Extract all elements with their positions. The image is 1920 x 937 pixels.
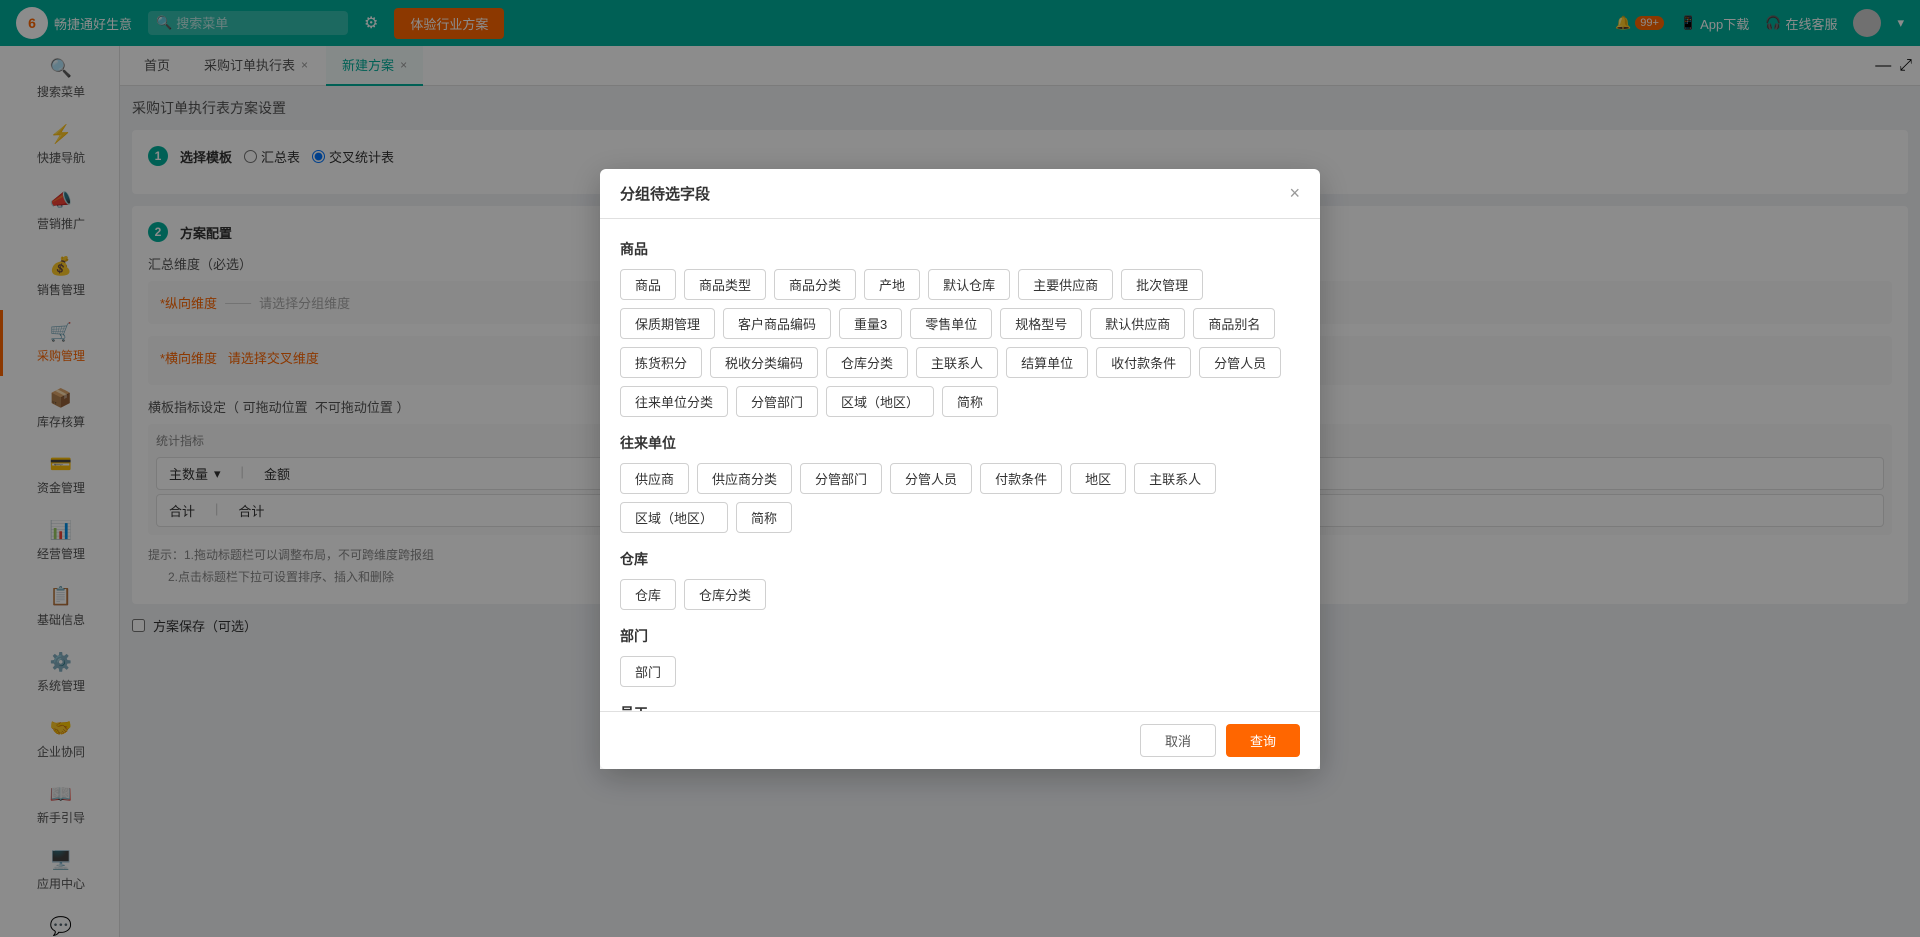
field-tag-1-4[interactable]: 付款条件 [980,463,1062,494]
field-tag-0-22[interactable]: 分管部门 [736,386,818,417]
field-tag-0-13[interactable]: 商品别名 [1193,308,1275,339]
field-tag-0-15[interactable]: 税收分类编码 [710,347,818,378]
field-tag-1-0[interactable]: 供应商 [620,463,689,494]
field-tag-3-0[interactable]: 部门 [620,656,676,687]
field-tag-0-20[interactable]: 分管人员 [1199,347,1281,378]
field-tag-0-7[interactable]: 保质期管理 [620,308,715,339]
field-tag-0-10[interactable]: 零售单位 [910,308,992,339]
field-tag-1-8[interactable]: 简称 [736,502,792,533]
field-tag-1-7[interactable]: 区域（地区） [620,502,728,533]
field-tag-0-8[interactable]: 客户商品编码 [723,308,831,339]
field-tag-0-0[interactable]: 商品 [620,269,676,300]
field-tag-2-1[interactable]: 仓库分类 [684,579,766,610]
field-tags-0: 商品商品类型商品分类产地默认仓库主要供应商批次管理保质期管理客户商品编码重量3 零… [620,269,1300,417]
modal-title: 分组待选字段 [620,183,710,204]
field-tag-1-3[interactable]: 分管人员 [890,463,972,494]
field-tags-1: 供应商供应商分类分管部门分管人员付款条件地区主联系人区域（地区） 简称 [620,463,1300,533]
field-tag-0-9[interactable]: 重量3 [839,308,902,339]
field-tags-3: 部门 [620,656,1300,687]
modal-footer: 取消 查询 [600,711,1320,769]
field-tag-1-5[interactable]: 地区 [1070,463,1126,494]
modal-body: 商品商品商品类型商品分类产地默认仓库主要供应商批次管理保质期管理客户商品编码重量… [600,219,1320,759]
field-tag-0-24[interactable]: 简称 [942,386,998,417]
field-group-title-2: 仓库 [620,549,1300,569]
modal-header: 分组待选字段 × [600,169,1320,219]
field-tag-0-18[interactable]: 结算单位 [1006,347,1088,378]
field-tag-0-4[interactable]: 默认仓库 [928,269,1010,300]
field-tag-0-5[interactable]: 主要供应商 [1018,269,1113,300]
field-tag-0-12[interactable]: 默认供应商 [1090,308,1185,339]
modal-close-button[interactable]: × [1289,183,1300,204]
field-group-title-3: 部门 [620,626,1300,646]
field-tag-0-14[interactable]: 拣货积分 [620,347,702,378]
modal-field-select: 分组待选字段 × 商品商品商品类型商品分类产地默认仓库主要供应商批次管理保质期管… [600,169,1320,769]
field-tag-1-1[interactable]: 供应商分类 [697,463,792,494]
field-tag-0-21[interactable]: 往来单位分类 [620,386,728,417]
field-tag-0-23[interactable]: 区域（地区） [826,386,934,417]
field-tag-2-0[interactable]: 仓库 [620,579,676,610]
field-tag-0-19[interactable]: 收付款条件 [1096,347,1191,378]
field-tag-1-6[interactable]: 主联系人 [1134,463,1216,494]
field-group-title-0: 商品 [620,239,1300,259]
field-tag-0-6[interactable]: 批次管理 [1121,269,1203,300]
confirm-button[interactable]: 查询 [1226,724,1300,757]
field-tag-0-3[interactable]: 产地 [864,269,920,300]
field-tags-2: 仓库仓库分类 [620,579,1300,610]
field-tag-0-16[interactable]: 仓库分类 [826,347,908,378]
field-tag-0-11[interactable]: 规格型号 [1000,308,1082,339]
field-tag-0-1[interactable]: 商品类型 [684,269,766,300]
field-tag-0-2[interactable]: 商品分类 [774,269,856,300]
cancel-button[interactable]: 取消 [1140,724,1216,757]
field-tag-1-2[interactable]: 分管部门 [800,463,882,494]
field-tag-0-17[interactable]: 主联系人 [916,347,998,378]
field-group-title-1: 往来单位 [620,433,1300,453]
